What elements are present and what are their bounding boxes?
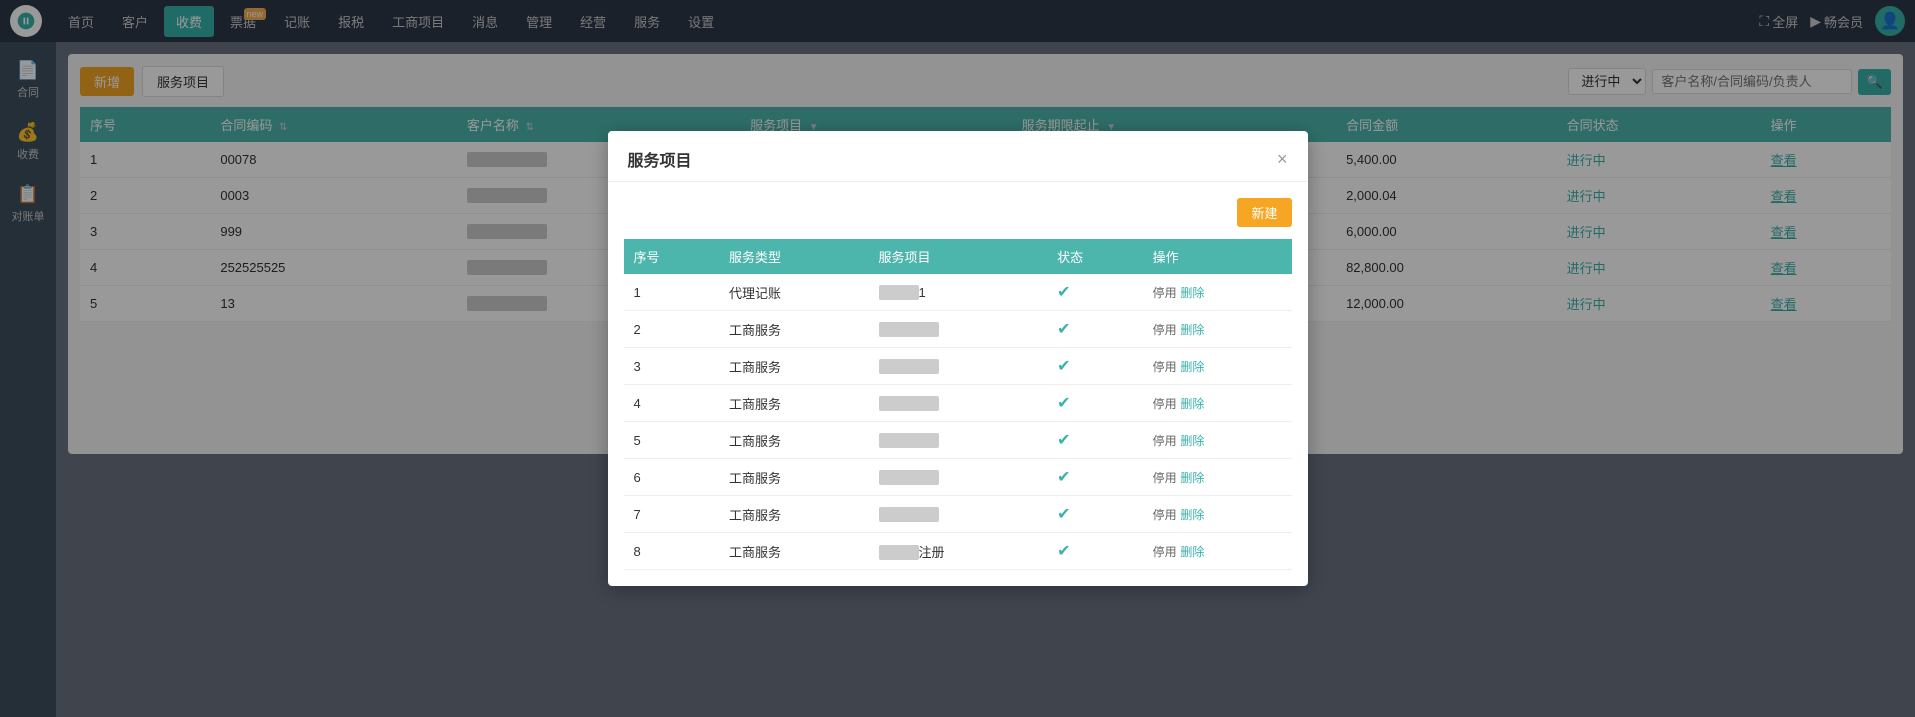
delete-button[interactable]: 删除	[1180, 469, 1204, 486]
modal-cell-seq: 1	[624, 274, 720, 311]
modal-cell-status: ✔	[1047, 496, 1143, 533]
modal-cell-status: ✔	[1047, 311, 1143, 348]
modal-cell-item: XXXXXX	[869, 422, 1048, 459]
modal-cell-seq: 8	[624, 533, 720, 570]
modal-cell-seq: 5	[624, 422, 720, 459]
stop-button[interactable]: 停用	[1153, 432, 1177, 449]
modal-cell-item: XXXXXX	[869, 385, 1048, 422]
modal-cell-type: 工商服务	[719, 496, 869, 533]
status-check-icon: ✔	[1057, 284, 1070, 301]
modal-cell-item: XXXXXX	[869, 348, 1048, 385]
modal-cell-type: 工商服务	[719, 459, 869, 496]
stop-button[interactable]: 停用	[1153, 506, 1177, 523]
status-check-icon: ✔	[1057, 506, 1070, 523]
modal-cell-action[interactable]: 停用 删除	[1143, 422, 1292, 459]
modal-cell-type: 工商服务	[719, 348, 869, 385]
modal-table-row: 7 工商服务 XXXXXX ✔ 停用 删除	[624, 496, 1292, 533]
modal-cell-seq: 7	[624, 496, 720, 533]
delete-button[interactable]: 删除	[1180, 284, 1204, 301]
modal-cell-status: ✔	[1047, 459, 1143, 496]
modal-cell-action[interactable]: 停用 删除	[1143, 385, 1292, 422]
status-check-icon: ✔	[1057, 543, 1070, 560]
stop-button[interactable]: 停用	[1153, 395, 1177, 412]
modal-table-row: 3 工商服务 XXXXXX ✔ 停用 删除	[624, 348, 1292, 385]
status-check-icon: ✔	[1057, 469, 1070, 486]
modal-table-scroll[interactable]: 序号 服务类型 服务项目 状态 操作 1 代理记账 XX1 ✔ 停用 删除 2 …	[624, 239, 1292, 570]
modal-cell-item: XXXXXX	[869, 496, 1048, 533]
modal-cell-type: 代理记账	[719, 274, 869, 311]
modal-body: 新建 序号 服务类型 服务项目 状态 操作 1 代理记账	[608, 182, 1308, 586]
modal-toolbar: 新建	[624, 198, 1292, 227]
modal-th-action: 操作	[1143, 239, 1292, 274]
modal-cell-action[interactable]: 停用 删除	[1143, 274, 1292, 311]
modal-cell-seq: 6	[624, 459, 720, 496]
modal-cell-status: ✔	[1047, 385, 1143, 422]
modal-cell-item: XXXXXX	[869, 311, 1048, 348]
modal-close-button[interactable]: ×	[1277, 149, 1288, 170]
modal-cell-status: ✔	[1047, 533, 1143, 570]
delete-button[interactable]: 删除	[1180, 543, 1204, 560]
modal-header-row: 序号 服务类型 服务项目 状态 操作	[624, 239, 1292, 274]
service-modal: 服务项目 × 新建 序号 服务类型 服务项目 状态 操作	[608, 131, 1308, 586]
modal-cell-seq: 4	[624, 385, 720, 422]
delete-button[interactable]: 删除	[1180, 358, 1204, 375]
modal-cell-action[interactable]: 停用 删除	[1143, 348, 1292, 385]
modal-cell-action[interactable]: 停用 删除	[1143, 496, 1292, 533]
modal-th-type: 服务类型	[719, 239, 869, 274]
service-table: 序号 服务类型 服务项目 状态 操作 1 代理记账 XX1 ✔ 停用 删除 2 …	[624, 239, 1292, 570]
stop-button[interactable]: 停用	[1153, 469, 1177, 486]
modal-cell-seq: 3	[624, 348, 720, 385]
modal-overlay[interactable]: 服务项目 × 新建 序号 服务类型 服务项目 状态 操作	[0, 0, 1915, 717]
modal-cell-seq: 2	[624, 311, 720, 348]
modal-table-row: 6 工商服务 XXXXXXX ✔ 停用 删除	[624, 459, 1292, 496]
modal-table-row: 2 工商服务 XXXXXX ✔ 停用 删除	[624, 311, 1292, 348]
modal-cell-action[interactable]: 停用 删除	[1143, 311, 1292, 348]
delete-button[interactable]: 删除	[1180, 395, 1204, 412]
modal-new-button[interactable]: 新建	[1237, 198, 1291, 227]
modal-cell-status: ✔	[1047, 422, 1143, 459]
modal-th-seq: 序号	[624, 239, 720, 274]
modal-th-status: 状态	[1047, 239, 1143, 274]
status-check-icon: ✔	[1057, 432, 1070, 449]
modal-cell-item: XX注册	[869, 533, 1048, 570]
delete-button[interactable]: 删除	[1180, 321, 1204, 338]
modal-table-row: 1 代理记账 XX1 ✔ 停用 删除	[624, 274, 1292, 311]
status-check-icon: ✔	[1057, 395, 1070, 412]
delete-button[interactable]: 删除	[1180, 432, 1204, 449]
modal-table-row: 5 工商服务 XXXXXX ✔ 停用 删除	[624, 422, 1292, 459]
modal-title: 服务项目	[628, 147, 692, 171]
stop-button[interactable]: 停用	[1153, 358, 1177, 375]
modal-cell-action[interactable]: 停用 删除	[1143, 459, 1292, 496]
modal-table-row: 4 工商服务 XXXXXX ✔ 停用 删除	[624, 385, 1292, 422]
modal-table-row: 8 工商服务 XX注册 ✔ 停用 删除	[624, 533, 1292, 570]
status-check-icon: ✔	[1057, 358, 1070, 375]
stop-button[interactable]: 停用	[1153, 284, 1177, 301]
modal-header: 服务项目 ×	[608, 131, 1308, 182]
modal-cell-item: XXXXXXX	[869, 459, 1048, 496]
modal-cell-type: 工商服务	[719, 533, 869, 570]
delete-button[interactable]: 删除	[1180, 506, 1204, 523]
modal-cell-type: 工商服务	[719, 385, 869, 422]
stop-button[interactable]: 停用	[1153, 321, 1177, 338]
modal-cell-action[interactable]: 停用 删除	[1143, 533, 1292, 570]
stop-button[interactable]: 停用	[1153, 543, 1177, 560]
modal-cell-status: ✔	[1047, 274, 1143, 311]
modal-cell-item: XX1	[869, 274, 1048, 311]
modal-cell-type: 工商服务	[719, 422, 869, 459]
modal-cell-status: ✔	[1047, 348, 1143, 385]
modal-cell-type: 工商服务	[719, 311, 869, 348]
modal-th-item: 服务项目	[869, 239, 1048, 274]
status-check-icon: ✔	[1057, 321, 1070, 338]
